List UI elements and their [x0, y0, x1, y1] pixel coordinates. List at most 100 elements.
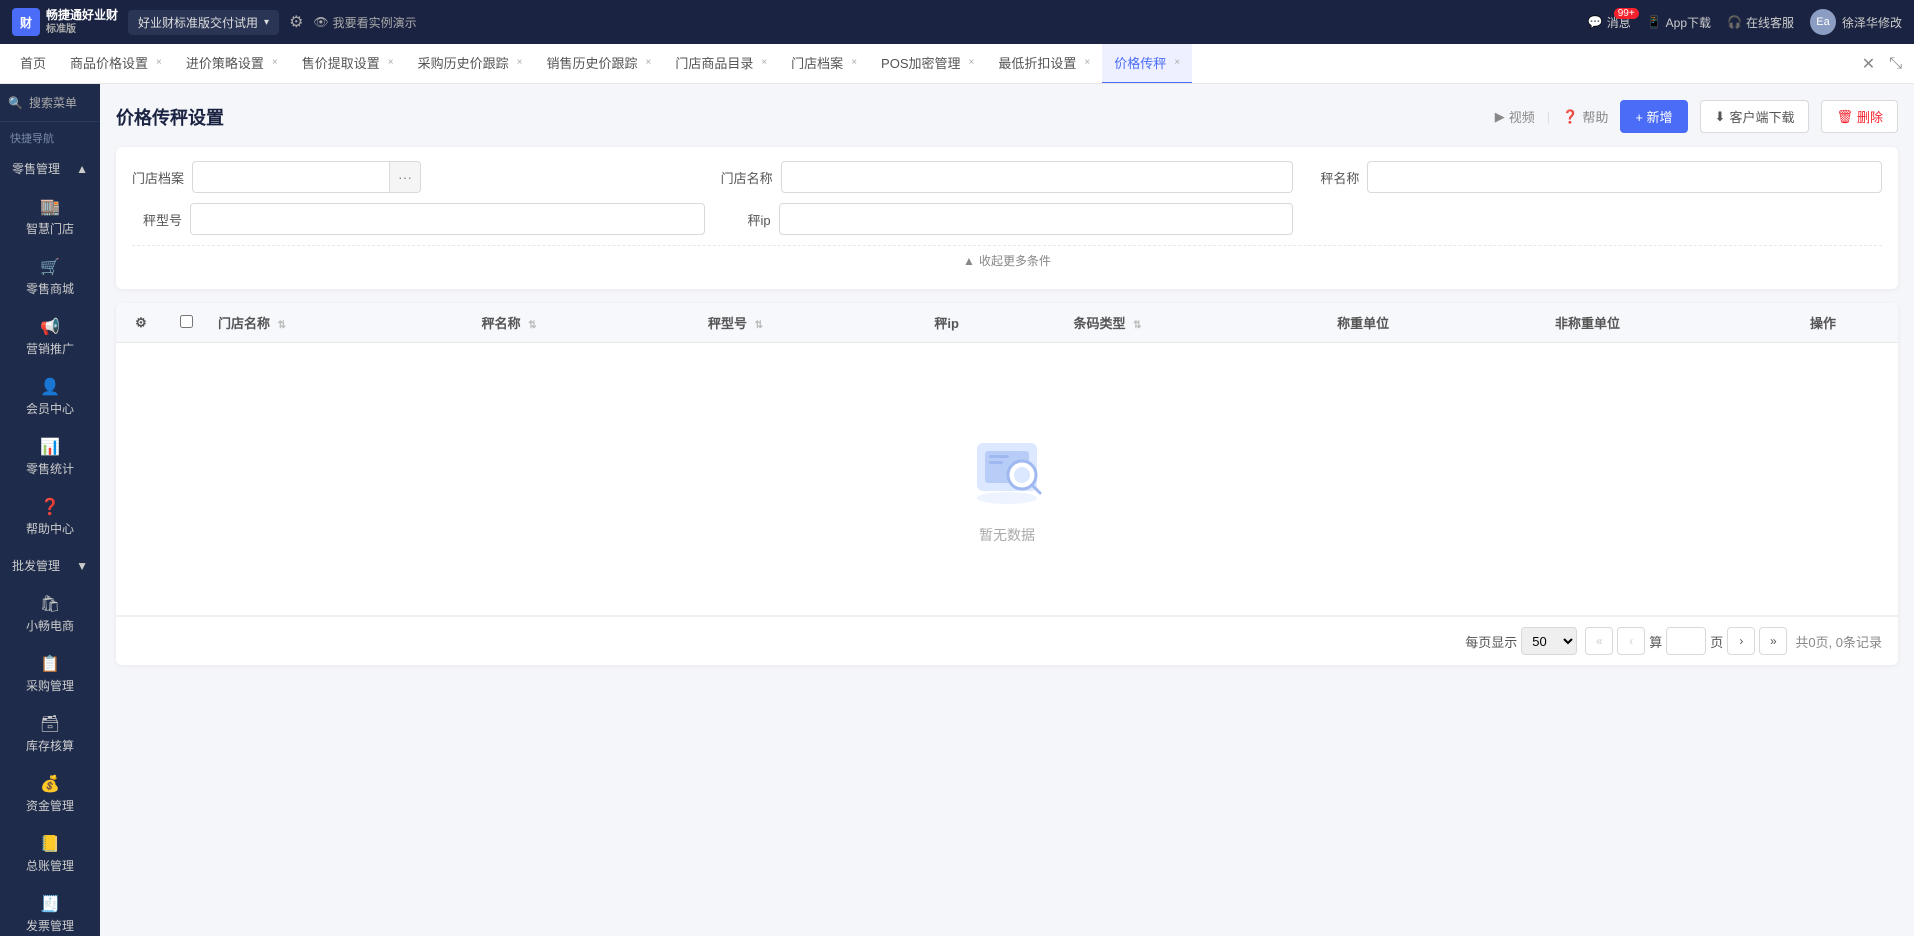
message-icon: 💬	[1588, 15, 1603, 29]
scale-ip-field: 秤ip	[721, 203, 1294, 235]
tab-purchase-strategy[interactable]: 进价策略设置 ×	[174, 44, 290, 84]
tab-store-catalog[interactable]: 门店商品目录 ×	[663, 44, 779, 84]
close-icon[interactable]: ×	[969, 57, 975, 68]
last-page-btn[interactable]: »	[1759, 627, 1787, 655]
delete-button[interactable]: 🗑 删除	[1821, 100, 1898, 133]
maximize-window-btn[interactable]: ⤡	[1885, 55, 1906, 73]
close-window-btn[interactable]: ✕	[1858, 54, 1879, 74]
col-store-name[interactable]: 门店名称 ⇅	[206, 303, 470, 343]
select-all-checkbox[interactable]	[180, 315, 193, 328]
marketing-icon: 📢	[40, 317, 60, 337]
data-table: ⚙ 门店名称 ⇅ 秤名称 ⇅	[116, 303, 1898, 616]
scale-model-field: 秤型号	[132, 203, 705, 235]
demo-link[interactable]: 👁 我要看实例演示	[313, 14, 416, 31]
store-archive-input[interactable]	[192, 161, 390, 193]
sidebar-item-ledger[interactable]: 📒 总账管理	[0, 824, 100, 884]
store-name-field: 门店名称	[721, 161, 1294, 193]
search-form-row-2: 秤型号 秤ip	[132, 203, 1882, 235]
sidebar-item-wholesale-manage[interactable]: 批发管理 ▼	[0, 547, 100, 584]
close-icon[interactable]: ×	[156, 57, 162, 68]
sidebar-item-label: 零售商城	[26, 280, 74, 297]
table-settings-icon[interactable]: ⚙	[135, 315, 147, 330]
close-icon[interactable]: ×	[1174, 57, 1180, 68]
sidebar-search[interactable]: 🔍 搜索菜单	[0, 84, 100, 122]
sort-icon: ⇅	[1133, 320, 1141, 331]
tab-price-scale[interactable]: 价格传秤 ×	[1102, 44, 1192, 84]
tab-sale-history[interactable]: 销售历史价跟踪 ×	[534, 44, 663, 84]
close-icon[interactable]: ×	[517, 57, 523, 68]
scale-model-input[interactable]	[190, 203, 705, 235]
col-scale-name[interactable]: 秤名称 ⇅	[470, 303, 696, 343]
col-weight-unit: 称重单位	[1325, 303, 1543, 343]
store-name-input[interactable]	[781, 161, 1294, 193]
client-download-button[interactable]: ⬇ 客户端下载	[1700, 100, 1810, 133]
close-icon[interactable]: ×	[388, 57, 394, 68]
settings-icon-btn[interactable]: ⚙	[289, 12, 303, 32]
add-button[interactable]: + 新增	[1620, 100, 1687, 133]
store-archive-field: 门店档案 ···	[132, 161, 705, 193]
tab-store-archive[interactable]: 门店档案 ×	[779, 44, 869, 84]
prev-page-btn[interactable]: ‹	[1617, 627, 1645, 655]
sidebar-item-xiaochangec[interactable]: 🛍 小畅电商	[0, 584, 100, 644]
sort-icon: ⇅	[528, 320, 536, 331]
sidebar-item-purchase-manage[interactable]: 📋 采购管理	[0, 644, 100, 704]
tab-price-setting[interactable]: 商品价格设置 ×	[58, 44, 174, 84]
close-icon[interactable]: ×	[272, 57, 278, 68]
sidebar-item-retail-stats[interactable]: 📊 零售统计	[0, 427, 100, 487]
user-info[interactable]: Ea 徐泽华修改	[1810, 9, 1902, 35]
collapse-bar[interactable]: ▲ 收起更多条件	[132, 245, 1882, 275]
sidebar-item-label: 库存核算	[26, 737, 74, 754]
col-barcode-type[interactable]: 条码类型 ⇅	[1062, 303, 1326, 343]
sidebar-item-retail-manage[interactable]: 零售管理 ▲	[0, 150, 100, 187]
tab-pos-manage[interactable]: POS加密管理 ×	[869, 44, 986, 84]
online-service-btn[interactable]: 🎧 在线客服	[1727, 14, 1794, 31]
cart-icon: 🛒	[40, 257, 60, 277]
tab-home[interactable]: 首页	[8, 44, 58, 84]
page-summary: 共0页, 0条记录	[1795, 632, 1882, 651]
pagination: 每页显示 10 20 50 100 « ‹ 算 1	[116, 616, 1898, 665]
empty-state: 暂无数据	[128, 353, 1886, 605]
sidebar-item-label: 发票管理	[26, 917, 74, 934]
sidebar-item-smart-store[interactable]: 🏬 智慧门店	[0, 187, 100, 247]
sidebar-item-member-center[interactable]: 👤 会员中心	[0, 367, 100, 427]
close-icon[interactable]: ×	[851, 57, 857, 68]
page-nav: « ‹ 算 1 页 › »	[1585, 627, 1787, 655]
collapse-label: 收起更多条件	[979, 252, 1051, 269]
store-archive-popup-btn[interactable]: ···	[390, 161, 421, 193]
app-download-btn[interactable]: 📱 App下载	[1647, 14, 1711, 31]
close-icon[interactable]: ×	[761, 57, 767, 68]
sidebar-item-label: 批发管理	[12, 557, 60, 574]
sidebar-item-label: 零售管理	[12, 160, 60, 177]
scale-name-input[interactable]	[1367, 161, 1882, 193]
scale-ip-input[interactable]	[779, 203, 1294, 235]
tab-sale-price[interactable]: 售价提取设置 ×	[290, 44, 406, 84]
app-logo: 财 畅捷通好业财 标准版	[12, 8, 118, 37]
search-form-row-1: 门店档案 ··· 门店名称 秤名称	[132, 161, 1882, 193]
eye-icon: 👁	[313, 15, 328, 29]
sidebar-item-inventory[interactable]: 🗃 库存核算	[0, 704, 100, 764]
env-selector[interactable]: 好业财标准版交付试用 ▾	[128, 10, 279, 35]
help-link[interactable]: ❓ 帮助	[1562, 107, 1608, 126]
page-size-dropdown[interactable]: 10 20 50 100	[1521, 627, 1577, 655]
sidebar-item-help-center[interactable]: ❓ 帮助中心	[0, 487, 100, 547]
col-scale-model[interactable]: 秤型号 ⇅	[696, 303, 922, 343]
video-link[interactable]: ▶ 视频	[1495, 107, 1535, 126]
sidebar-item-invoice[interactable]: 🧾 发票管理	[0, 884, 100, 936]
message-btn[interactable]: 💬 消息 99+	[1588, 14, 1631, 31]
empty-illustration	[957, 413, 1057, 513]
sidebar-item-retail-mall[interactable]: 🛒 零售商城	[0, 247, 100, 307]
table-checkbox-col	[166, 303, 206, 343]
online-service-label: 在线客服	[1746, 14, 1794, 31]
page-help: ▶ 视频 | ❓ 帮助	[1495, 107, 1609, 126]
page-number-input[interactable]: 1	[1666, 627, 1706, 655]
close-icon[interactable]: ×	[645, 57, 651, 68]
sidebar-item-marketing[interactable]: 📢 营销推广	[0, 307, 100, 367]
tab-purchase-history[interactable]: 采购历史价跟踪 ×	[406, 44, 535, 84]
sidebar-item-finance[interactable]: 💰 资金管理	[0, 764, 100, 824]
first-page-btn[interactable]: «	[1585, 627, 1613, 655]
tab-min-discount[interactable]: 最低折扣设置 ×	[986, 44, 1102, 84]
next-page-btn[interactable]: ›	[1727, 627, 1755, 655]
page-actions: ▶ 视频 | ❓ 帮助 + 新增 ⬇ 客户端下载	[1495, 100, 1898, 133]
top-bar-left: 财 畅捷通好业财 标准版 好业财标准版交付试用 ▾ ⚙ 👁 我要看实例演示	[12, 8, 417, 37]
close-icon[interactable]: ×	[1084, 57, 1090, 68]
